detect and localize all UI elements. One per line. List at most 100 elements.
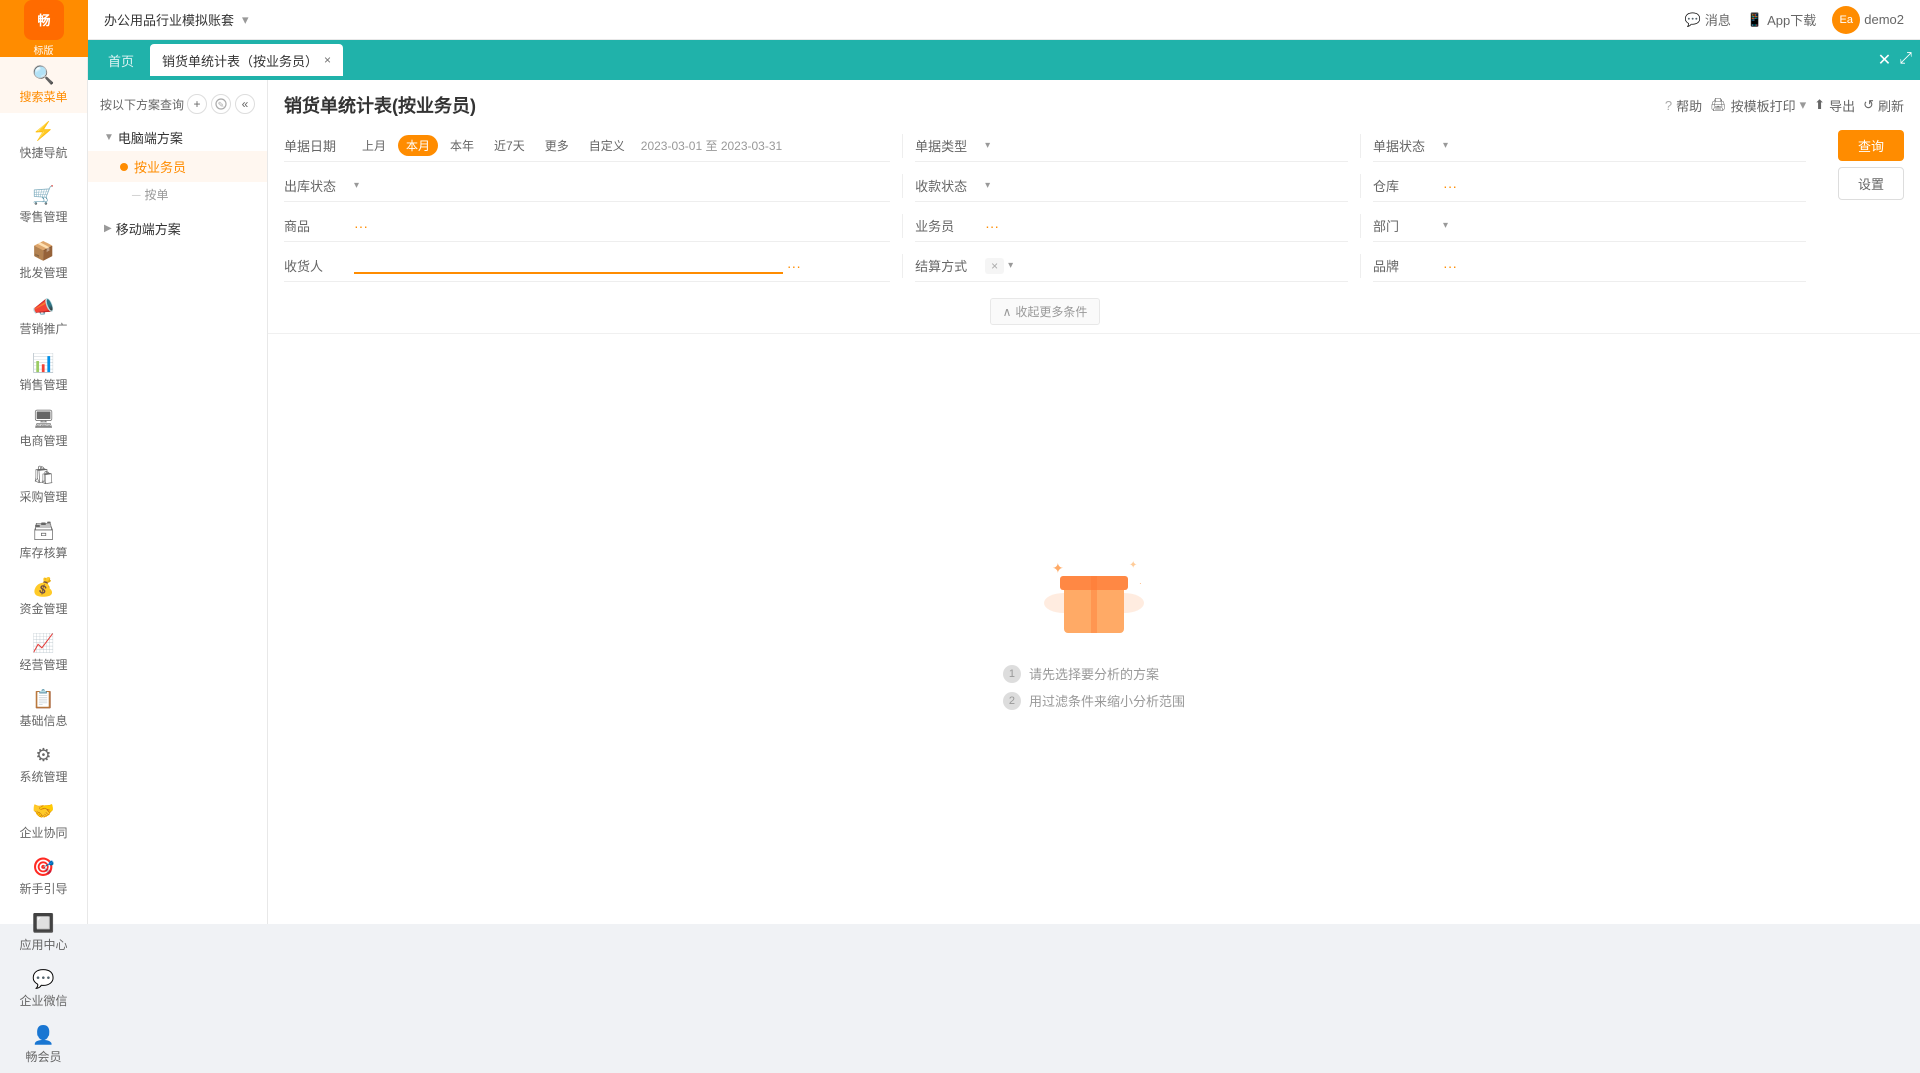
date-tab-this-year[interactable]: 本年: [442, 135, 482, 156]
hint-num-1: 1: [1003, 665, 1021, 683]
collapse-icon: ∧: [1003, 305, 1012, 319]
wechat-icon: 💬: [32, 969, 54, 990]
scheme-sub-by-doc[interactable]: ─ 按单: [88, 182, 267, 207]
doctype-dropdown[interactable]: ▾: [985, 140, 1348, 151]
active-tab-label: 销货单统计表（按业务员）: [162, 51, 318, 70]
help-button[interactable]: ? 帮助: [1665, 96, 1702, 115]
filter-salesperson-field: 业务员 ···: [915, 210, 1348, 242]
export-button[interactable]: ⬆ 导出: [1814, 96, 1855, 115]
system-icon: ⚙: [35, 745, 51, 766]
sidebar-item-member[interactable]: 👤 畅会员: [0, 1017, 87, 1073]
refresh-button[interactable]: ↺ 刷新: [1863, 96, 1904, 115]
brand-dots[interactable]: ···: [1443, 258, 1457, 274]
docstatus-dropdown[interactable]: ▾: [1443, 140, 1806, 151]
close-window-icon[interactable]: ✕: [1878, 50, 1891, 70]
topbar-dropdown-icon[interactable]: ▾: [242, 12, 249, 28]
sidebar-collab-label: 企业协同: [19, 824, 67, 841]
user-profile[interactable]: Ea demo2: [1832, 6, 1904, 34]
dept-label: 部门: [1373, 216, 1443, 235]
scheme-pc-title[interactable]: ▼ 电脑端方案: [88, 124, 267, 151]
scheme-add-button[interactable]: +: [187, 94, 207, 114]
sidebar-item-search[interactable]: 🔍 搜索菜单: [0, 57, 87, 113]
quicknav-icon: ⚡: [32, 121, 54, 142]
sub-doc-label: 按单: [145, 186, 169, 203]
date-tab-this-month[interactable]: 本月: [398, 135, 438, 156]
receiptstatus-dropdown[interactable]: ▾: [985, 180, 1348, 191]
separator-6: [1360, 214, 1361, 238]
message-button[interactable]: 💬 消息: [1685, 10, 1731, 29]
sidebar-item-quicknav[interactable]: ⚡ 快捷导航: [0, 113, 87, 169]
sidebar-item-appcenter[interactable]: 🔲 应用中心: [0, 905, 87, 961]
sidebar-item-wechat[interactable]: 💬 企业微信: [0, 961, 87, 1017]
goods-dots[interactable]: ···: [354, 218, 368, 234]
retail-icon: 🛒: [32, 185, 54, 206]
tab-close-icon[interactable]: ×: [324, 53, 331, 67]
sidebar-item-purchase[interactable]: 🛍 采购管理: [0, 457, 87, 513]
sidebar-item-basic[interactable]: 📋 基础信息: [0, 681, 87, 737]
search-icon: 🔍: [32, 65, 54, 86]
settings-button[interactable]: 设置: [1838, 167, 1904, 200]
expand-window-icon[interactable]: ⤢: [1899, 50, 1912, 70]
salesperson-dots[interactable]: ···: [985, 218, 999, 234]
mobile-group-label: 移动端方案: [116, 219, 181, 238]
scheme-header: 按以下方案查询 + ✎ «: [88, 88, 267, 120]
brand-label: 品牌: [1373, 256, 1443, 275]
svg-text:畅: 畅: [37, 13, 50, 28]
date-tab-custom[interactable]: 自定义: [581, 135, 633, 156]
svg-text:✦: ✦: [1052, 560, 1064, 576]
sidebar-item-system[interactable]: ⚙ 系统管理: [0, 737, 87, 793]
scheme-mobile-group: ▶ 移动端方案: [88, 211, 267, 246]
outstatus-dropdown[interactable]: ▾: [354, 180, 890, 191]
warehouse-dots[interactable]: ···: [1443, 178, 1457, 194]
content-wrapper: 销货单统计表(按业务员) ? 帮助 🖨 按模板打印 ▾ ⬆ 导出: [268, 80, 1920, 924]
collapse-button[interactable]: ∧ 收起更多条件: [990, 298, 1101, 325]
sidebar-item-operations[interactable]: 📈 经营管理: [0, 625, 87, 681]
hint-text-1: 请先选择要分析的方案: [1029, 664, 1159, 683]
separator-8: [1360, 254, 1361, 278]
app-download-button[interactable]: 📱 App下载: [1747, 10, 1816, 29]
sidebar-item-ecommerce[interactable]: 🖥 电商管理: [0, 401, 87, 457]
receiver-input[interactable]: [354, 257, 783, 274]
print-label: 按模板打印: [1731, 96, 1796, 115]
filter-goods-field: 商品 ···: [284, 210, 890, 242]
topbar-left: 办公用品行业模拟账套 ▾: [104, 10, 249, 29]
empty-hint-1: 1 请先选择要分析的方案: [1003, 664, 1185, 683]
date-tab-prev-month[interactable]: 上月: [354, 135, 394, 156]
page-title: 销货单统计表(按业务员): [284, 92, 476, 118]
avatar: Ea: [1832, 6, 1860, 34]
scheme-item-by-salesperson[interactable]: 按业务员: [88, 151, 267, 182]
scheme-edit-button[interactable]: ✎: [211, 94, 231, 114]
help-label: 帮助: [1676, 96, 1702, 115]
date-tab-7days[interactable]: 近7天: [486, 135, 533, 156]
brand-value: ···: [1443, 258, 1806, 274]
scheme-actions: + ✎ «: [187, 94, 255, 114]
mobile-group-arrow: ▶: [104, 223, 112, 234]
dept-dropdown[interactable]: ▾: [1443, 220, 1806, 231]
sidebar-item-sales[interactable]: 📊 销售管理: [0, 345, 87, 401]
top-title: 办公用品行业模拟账套: [104, 10, 234, 29]
receiver-dots[interactable]: ···: [787, 258, 801, 274]
date-tab-more[interactable]: 更多: [537, 135, 577, 156]
tab-sales-stat[interactable]: 销货单统计表（按业务员） ×: [150, 44, 343, 76]
query-button[interactable]: 查询: [1838, 130, 1904, 161]
scheme-collapse-button[interactable]: «: [235, 94, 255, 114]
settle-clear-icon[interactable]: ×: [991, 259, 998, 273]
filter-date-field: 单据日期 上月 本月 本年 近7天 更多 自定义 20: [284, 130, 890, 162]
tab-home[interactable]: 首页: [96, 44, 146, 76]
sidebar-item-guide[interactable]: 🎯 新手引导: [0, 849, 87, 905]
sidebar-item-wholesale[interactable]: 📦 批发管理: [0, 233, 87, 289]
settle-clear-tag: ×: [985, 258, 1004, 274]
sidebar-item-finance[interactable]: 💰 资金管理: [0, 569, 87, 625]
collab-icon: 🤝: [32, 801, 54, 822]
logo-icon: 畅: [24, 0, 64, 40]
goods-value: ···: [354, 218, 890, 234]
sidebar-item-collab[interactable]: 🤝 企业协同: [0, 793, 87, 849]
scheme-salesperson-label: 按业务员: [134, 157, 186, 176]
print-button[interactable]: 🖨 按模板打印 ▾: [1710, 96, 1806, 115]
page-title-actions: ? 帮助 🖨 按模板打印 ▾ ⬆ 导出 ↺ 刷新: [1665, 96, 1904, 115]
sidebar-item-retail[interactable]: 🛒 零售管理: [0, 177, 87, 233]
sidebar-item-marketing[interactable]: 📣 营销推广: [0, 289, 87, 345]
app-logo: 畅 标版: [0, 0, 88, 57]
scheme-mobile-title[interactable]: ▶ 移动端方案: [88, 215, 267, 242]
sidebar-item-inventory[interactable]: 🗃 库存核算: [0, 513, 87, 569]
